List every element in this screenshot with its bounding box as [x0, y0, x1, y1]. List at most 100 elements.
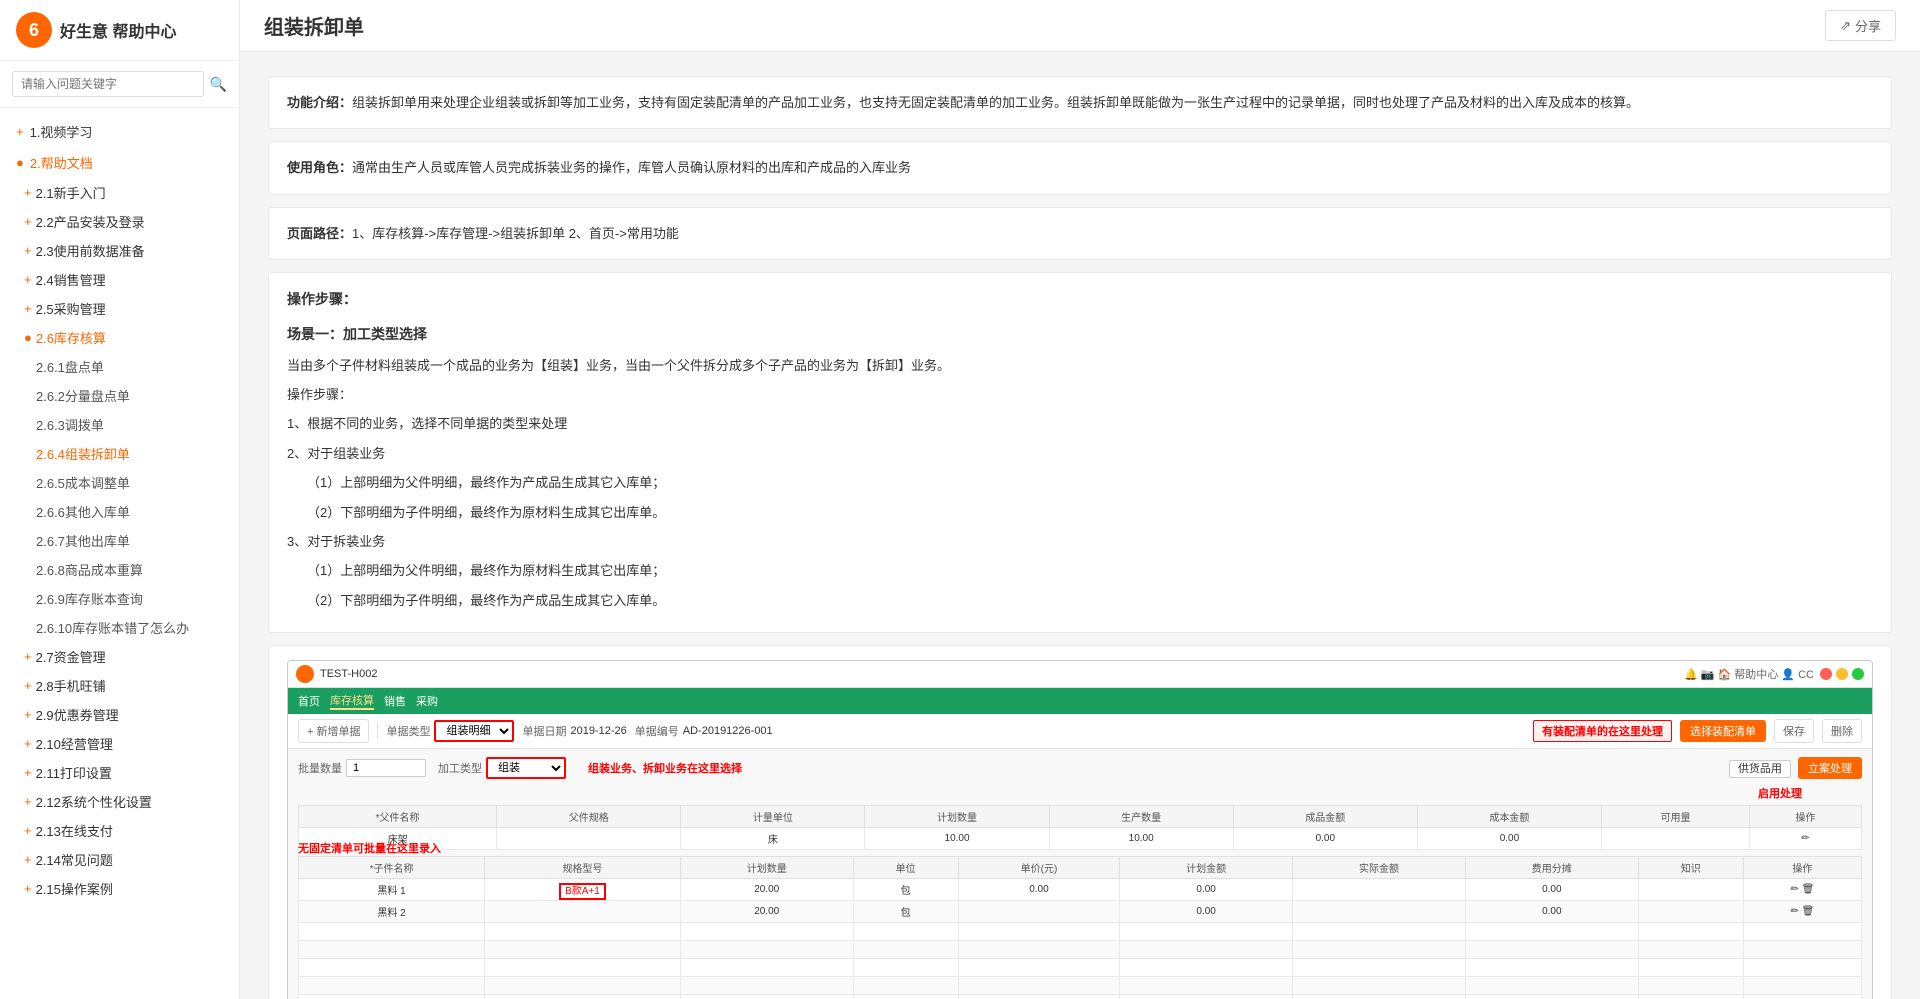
- sidebar-item-docs[interactable]: ● 2.帮助文档: [0, 147, 239, 178]
- ss-th-funit: 计量单位: [681, 806, 865, 828]
- sidebar-item-2-13[interactable]: + 2.13在线支付: [0, 816, 239, 845]
- ss-annotation-badge1: 有装配清单的在这里处理: [1533, 720, 1672, 742]
- sidebar-item-2-4[interactable]: + 2.4销售管理: [0, 265, 239, 294]
- sidebar-item-2-7[interactable]: + 2.7资金管理: [0, 642, 239, 671]
- ss-nav-sales: 销售: [384, 693, 406, 709]
- ss-bth-4: 单位: [853, 857, 958, 879]
- sidebar-item-2-9[interactable]: + 2.9优惠券管理: [0, 700, 239, 729]
- label-2-2: 2.2产品安装及登录: [36, 212, 145, 231]
- sidebar-item-2-6-8[interactable]: 2.6.8商品成本重算: [0, 555, 239, 584]
- sidebar-item-2-12[interactable]: + 2.12系统个性化设置: [0, 787, 239, 816]
- plus-icon-1: +: [16, 124, 24, 139]
- ss-th-famt: 成品金额: [1233, 806, 1417, 828]
- role-section: 使用角色：通常由生产人员或库管人员完成拆装业务的操作，库管人员确认原材料的出库和…: [268, 141, 1892, 194]
- minus-icon-2-6: ●: [24, 330, 32, 345]
- sidebar-item-2-15[interactable]: + 2.15操作案例: [0, 874, 239, 903]
- ss-date-value: 2019-12-26: [570, 725, 626, 737]
- sidebar-item-2-6-3[interactable]: 2.6.3调拨单: [0, 410, 239, 439]
- sidebar-header: 6 好生意 帮助中心: [0, 0, 239, 61]
- sidebar-item-2-6-2[interactable]: 2.6.2分量盘点单: [0, 381, 239, 410]
- ss-qty-input[interactable]: [346, 759, 426, 777]
- step2: 2、对于组装业务: [287, 442, 1873, 465]
- ss-doc-type-group: 单据类型 组装明细: [386, 720, 514, 742]
- step3-1: （1）上部明细为父件明细，最终作为原材料生成其它出库单；: [287, 559, 1873, 582]
- label-2-3: 2.3使用前数据准备: [36, 241, 145, 260]
- plus-icon-2-7: +: [24, 649, 32, 664]
- role-label: 使用角色：: [287, 160, 352, 175]
- ss-sep-1: [377, 723, 378, 739]
- ss-btd-2-4: 包: [853, 901, 958, 923]
- ss-date-label: 单据日期: [522, 723, 566, 739]
- ss-icons: 🔔 📷 🏠 帮助中心 👤 CC: [1684, 666, 1814, 682]
- path-text: 1、库存核算->库存管理->组装拆卸单 2、首页->常用功能: [352, 226, 679, 241]
- ss-bottom-area: 无固定清单可批量在这里录入 *子件名称 规格型号 计划数量 单位 单价(元) 计…: [298, 856, 1862, 999]
- ss-btd-1-6: 0.00: [1120, 879, 1293, 901]
- min-ctrl: [1836, 668, 1848, 680]
- sidebar-item-2-6-5[interactable]: 2.6.5成本调整单: [0, 468, 239, 497]
- ss-qty-label: 批量数量: [298, 760, 342, 776]
- sidebar-item-2-8[interactable]: + 2.8手机旺铺: [0, 671, 239, 700]
- label-2-7: 2.7资金管理: [36, 647, 106, 666]
- main-content: 组装拆卸单 ⇗ 分享 功能介绍：组装拆卸单用来处理企业组装或拆卸等加工业务，支持…: [240, 0, 1920, 999]
- sidebar-item-2-14[interactable]: + 2.14常见问题: [0, 845, 239, 874]
- label-2-9: 2.9优惠券管理: [36, 705, 119, 724]
- share-button[interactable]: ⇗ 分享: [1825, 10, 1896, 41]
- label-2-8: 2.8手机旺铺: [36, 676, 106, 695]
- sidebar-label-1: 1.视频学习: [30, 122, 93, 141]
- label-2-4: 2.4销售管理: [36, 270, 106, 289]
- ss-th-fspec: 父件规格: [497, 806, 681, 828]
- table-row: [299, 995, 1862, 999]
- label-2-12: 2.12系统个性化设置: [36, 792, 152, 811]
- search-input[interactable]: [12, 71, 204, 97]
- close-ctrl: [1820, 668, 1832, 680]
- sidebar-item-2-6-1[interactable]: 2.6.1盘点单: [0, 352, 239, 381]
- label-2-5: 2.5采购管理: [36, 299, 106, 318]
- sidebar-item-2-10[interactable]: + 2.10经营管理: [0, 729, 239, 758]
- sidebar-item-2-1[interactable]: + 2.1新手入门: [0, 178, 239, 207]
- ss-enable-btn[interactable]: 立案处理: [1798, 757, 1862, 779]
- ss-type-select[interactable]: 组装: [486, 757, 566, 779]
- ss-annotation-text2: 组装业务、拆卸业务在这里选择: [588, 763, 742, 775]
- ss-th-fplan: 计划数量: [865, 806, 1049, 828]
- ss-save-btn[interactable]: 保存: [1774, 719, 1814, 743]
- ss-annotation-row3: 启用处理: [298, 785, 1862, 801]
- ss-window-controls: [1820, 668, 1864, 680]
- table-row: [299, 923, 1862, 941]
- ss-docno-value: AD-20191226-001: [683, 725, 773, 737]
- ss-enable-area: 供货品用 立案处理: [1729, 757, 1862, 779]
- ss-doc-type-select[interactable]: 组装明细: [434, 720, 514, 742]
- sidebar-item-2-6-6[interactable]: 2.6.6其他入库单: [0, 497, 239, 526]
- sidebar-item-2-2[interactable]: + 2.2产品安装及登录: [0, 207, 239, 236]
- sidebar-item-2-6-10[interactable]: 2.6.10库存账本错了怎么办: [0, 613, 239, 642]
- sidebar-item-2-11[interactable]: + 2.11打印设置: [0, 758, 239, 787]
- ss-btd-1-8: 0.00: [1465, 879, 1638, 901]
- ss-del-btn[interactable]: 删除: [1822, 719, 1862, 743]
- ss-bth-10: 操作: [1743, 857, 1861, 879]
- sidebar-item-2-3[interactable]: + 2.3使用前数据准备: [0, 236, 239, 265]
- ss-docno-group: 单据编号 AD-20191226-001: [635, 723, 773, 739]
- plus-icon-2-11: +: [24, 765, 32, 780]
- label-2-11: 2.11打印设置: [36, 763, 112, 782]
- plus-icon-2-3: +: [24, 243, 32, 258]
- sidebar-item-2-6[interactable]: ● 2.6库存核算: [0, 323, 239, 352]
- sidebar-item-2-6-4[interactable]: 2.6.4组装拆卸单: [0, 439, 239, 468]
- ss-annotation-text4: 无固定清单可批量在这里录入: [298, 840, 441, 856]
- plus-icon-2-1: +: [24, 185, 32, 200]
- sidebar-item-2-6-7[interactable]: 2.6.7其他出库单: [0, 526, 239, 555]
- sidebar-item-2-5[interactable]: + 2.5采购管理: [0, 294, 239, 323]
- scenario1-title: 场景一：加工类型选择: [287, 322, 1873, 347]
- nav-sub-items-2: + 2.1新手入门 + 2.2产品安装及登录 + 2.3使用前数据准备 + 2.…: [0, 178, 239, 907]
- ss-date-group: 单据日期 2019-12-26: [522, 723, 626, 739]
- search-icon[interactable]: 🔍: [210, 76, 227, 93]
- sidebar-item-2-6-9[interactable]: 2.6.9库存账本查询: [0, 584, 239, 613]
- ss-btd-2-3: 20.00: [680, 901, 853, 923]
- ss-btd-1-10: ✏ 🗑: [1743, 879, 1861, 901]
- ss-btd-1-5: 0.00: [958, 879, 1120, 901]
- ss-assembly-btn[interactable]: 选择装配清单: [1680, 720, 1766, 742]
- path-section: 页面路径：1、库存核算->库存管理->组装拆卸单 2、首页->常用功能: [268, 207, 1892, 260]
- ss-btn-new[interactable]: + 新增单据: [298, 719, 369, 743]
- sidebar-item-video[interactable]: + 1.视频学习: [0, 116, 239, 147]
- ss-bth-9: 知识: [1638, 857, 1743, 879]
- sub-items-2-6: 2.6.1盘点单 2.6.2分量盘点单 2.6.3调拨单 2.6.4组装拆卸单 …: [0, 352, 239, 642]
- ss-th-fop: 操作: [1750, 806, 1862, 828]
